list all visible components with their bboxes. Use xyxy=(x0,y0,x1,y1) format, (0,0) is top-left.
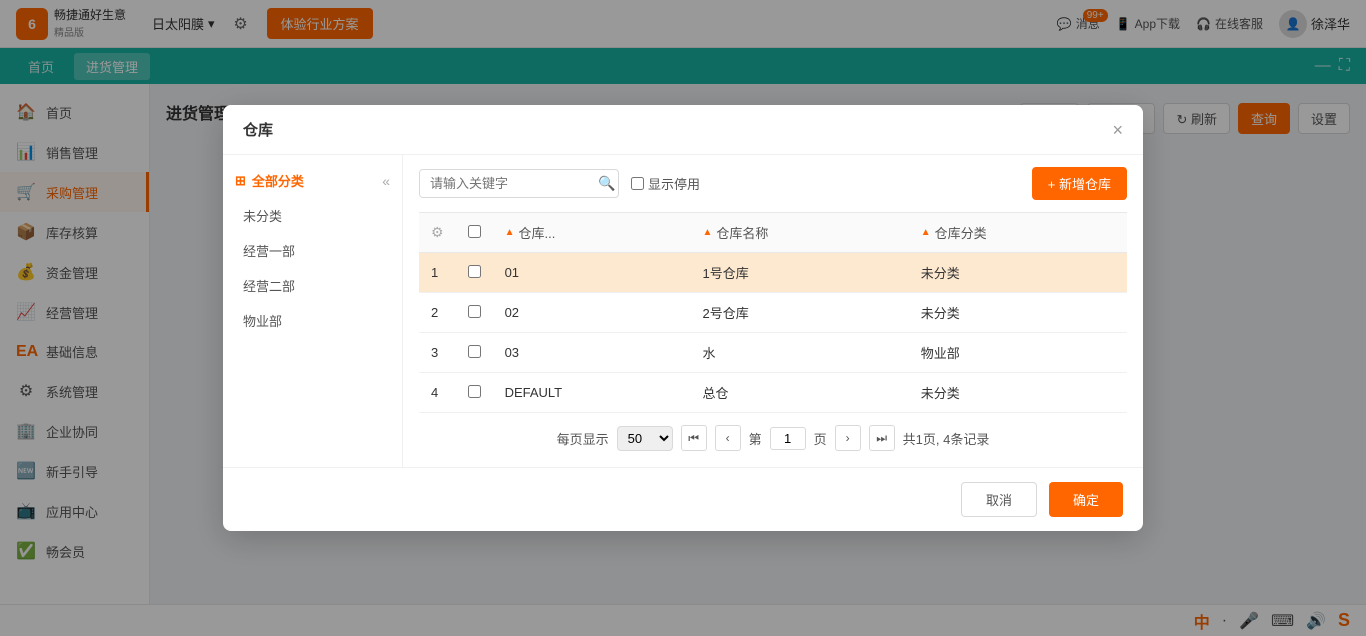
show-disabled-checkbox[interactable] xyxy=(631,177,644,190)
modal-overlay: 仓库 × ⊞ 全部分类 « 未分类 经营一部 经营二部 物业部 xyxy=(0,0,1366,636)
search-icon: 🔍 xyxy=(590,175,619,192)
warehouse-modal: 仓库 × ⊞ 全部分类 « 未分类 经营一部 经营二部 物业部 xyxy=(223,105,1143,531)
row-name: 2号仓库 xyxy=(691,293,909,333)
table-row[interactable]: 3 03 水 物业部 xyxy=(419,333,1127,373)
table-toolbar: 🔍 显示停用 + 新增仓库 xyxy=(419,167,1127,200)
sort-icon-category: ▲ xyxy=(921,227,931,238)
row-checkbox[interactable] xyxy=(468,345,481,358)
sort-icon-code: ▲ xyxy=(505,227,515,238)
last-page-button[interactable]: ⏭ xyxy=(869,425,895,451)
category-item-unclassified[interactable]: 未分类 xyxy=(223,198,402,233)
row-index: 1 xyxy=(419,253,456,293)
modal-body: ⊞ 全部分类 « 未分类 经营一部 经营二部 物业部 🔍 xyxy=(223,155,1143,467)
category-item-operations2[interactable]: 经营二部 xyxy=(223,268,402,303)
th-name-label: 仓库名称 xyxy=(716,223,768,242)
row-checkbox-cell xyxy=(456,293,493,333)
row-category: 未分类 xyxy=(909,373,1127,413)
row-name: 水 xyxy=(691,333,909,373)
table-panel: 🔍 显示停用 + 新增仓库 ⚙ xyxy=(403,155,1143,467)
row-index: 3 xyxy=(419,333,456,373)
modal-header: 仓库 × xyxy=(223,105,1143,155)
warehouse-table: ⚙ ▲ 仓库... xyxy=(419,212,1127,413)
table-row[interactable]: 2 02 2号仓库 未分类 xyxy=(419,293,1127,333)
row-category: 未分类 xyxy=(909,253,1127,293)
category-header: ⊞ 全部分类 « xyxy=(223,163,402,198)
category-panel: ⊞ 全部分类 « 未分类 经营一部 经营二部 物业部 xyxy=(223,155,403,467)
row-name: 1号仓库 xyxy=(691,253,909,293)
page-unit-label: 第 xyxy=(749,429,762,448)
select-all-checkbox[interactable] xyxy=(468,225,481,238)
show-disabled-text: 显示停用 xyxy=(648,174,700,193)
th-category: ▲ 仓库分类 xyxy=(909,213,1127,253)
table-row[interactable]: 4 DEFAULT 总仓 未分类 xyxy=(419,373,1127,413)
add-warehouse-button[interactable]: + 新增仓库 xyxy=(1032,167,1127,200)
column-gear-icon[interactable]: ⚙ xyxy=(431,224,444,240)
row-category: 未分类 xyxy=(909,293,1127,333)
row-code: 02 xyxy=(493,293,691,333)
modal-close-button[interactable]: × xyxy=(1112,121,1123,139)
search-input[interactable] xyxy=(420,170,590,197)
row-checkbox-cell xyxy=(456,253,493,293)
total-records-text: 共1页, 4条记录 xyxy=(903,429,990,448)
row-index: 4 xyxy=(419,373,456,413)
search-box: 🔍 xyxy=(419,169,619,198)
th-gear: ⚙ xyxy=(419,213,456,253)
row-code: 03 xyxy=(493,333,691,373)
row-category: 物业部 xyxy=(909,333,1127,373)
row-checkbox[interactable] xyxy=(468,265,481,278)
row-checkbox[interactable] xyxy=(468,385,481,398)
page-number-input[interactable] xyxy=(770,427,806,450)
next-page-button[interactable]: › xyxy=(835,425,861,451)
row-code: DEFAULT xyxy=(493,373,691,413)
category-item-property[interactable]: 物业部 xyxy=(223,303,402,338)
sort-icon-name: ▲ xyxy=(703,227,713,238)
th-code-label: 仓库... xyxy=(518,223,555,242)
row-name: 总仓 xyxy=(691,373,909,413)
modal-title: 仓库 xyxy=(243,119,273,140)
th-code: ▲ 仓库... xyxy=(493,213,691,253)
category-item-operations1[interactable]: 经营一部 xyxy=(223,233,402,268)
modal-footer: 取消 确定 xyxy=(223,467,1143,531)
per-page-select[interactable]: 50 100 200 xyxy=(617,426,673,451)
th-name: ▲ 仓库名称 xyxy=(691,213,909,253)
prev-page-button[interactable]: ‹ xyxy=(715,425,741,451)
confirm-button[interactable]: 确定 xyxy=(1049,482,1123,517)
table-row[interactable]: 1 01 1号仓库 未分类 xyxy=(419,253,1127,293)
th-category-label: 仓库分类 xyxy=(935,223,987,242)
all-category-label: 全部分类 xyxy=(252,171,304,190)
first-page-button[interactable]: ⏮ xyxy=(681,425,707,451)
per-page-label: 每页显示 xyxy=(557,429,609,448)
page-label: 页 xyxy=(814,429,827,448)
all-category-btn[interactable]: ⊞ 全部分类 xyxy=(235,171,304,190)
row-code: 01 xyxy=(493,253,691,293)
row-checkbox-cell xyxy=(456,373,493,413)
grid-icon: ⊞ xyxy=(235,173,246,189)
row-index: 2 xyxy=(419,293,456,333)
row-checkbox[interactable] xyxy=(468,305,481,318)
collapse-icon[interactable]: « xyxy=(382,173,390,189)
th-checkbox xyxy=(456,213,493,253)
pagination-bar: 每页显示 50 100 200 ⏮ ‹ 第 页 › ⏭ 共1页, 4条记录 xyxy=(419,413,1127,455)
cancel-button[interactable]: 取消 xyxy=(961,482,1037,517)
row-checkbox-cell xyxy=(456,333,493,373)
show-disabled-label: 显示停用 xyxy=(631,174,700,193)
